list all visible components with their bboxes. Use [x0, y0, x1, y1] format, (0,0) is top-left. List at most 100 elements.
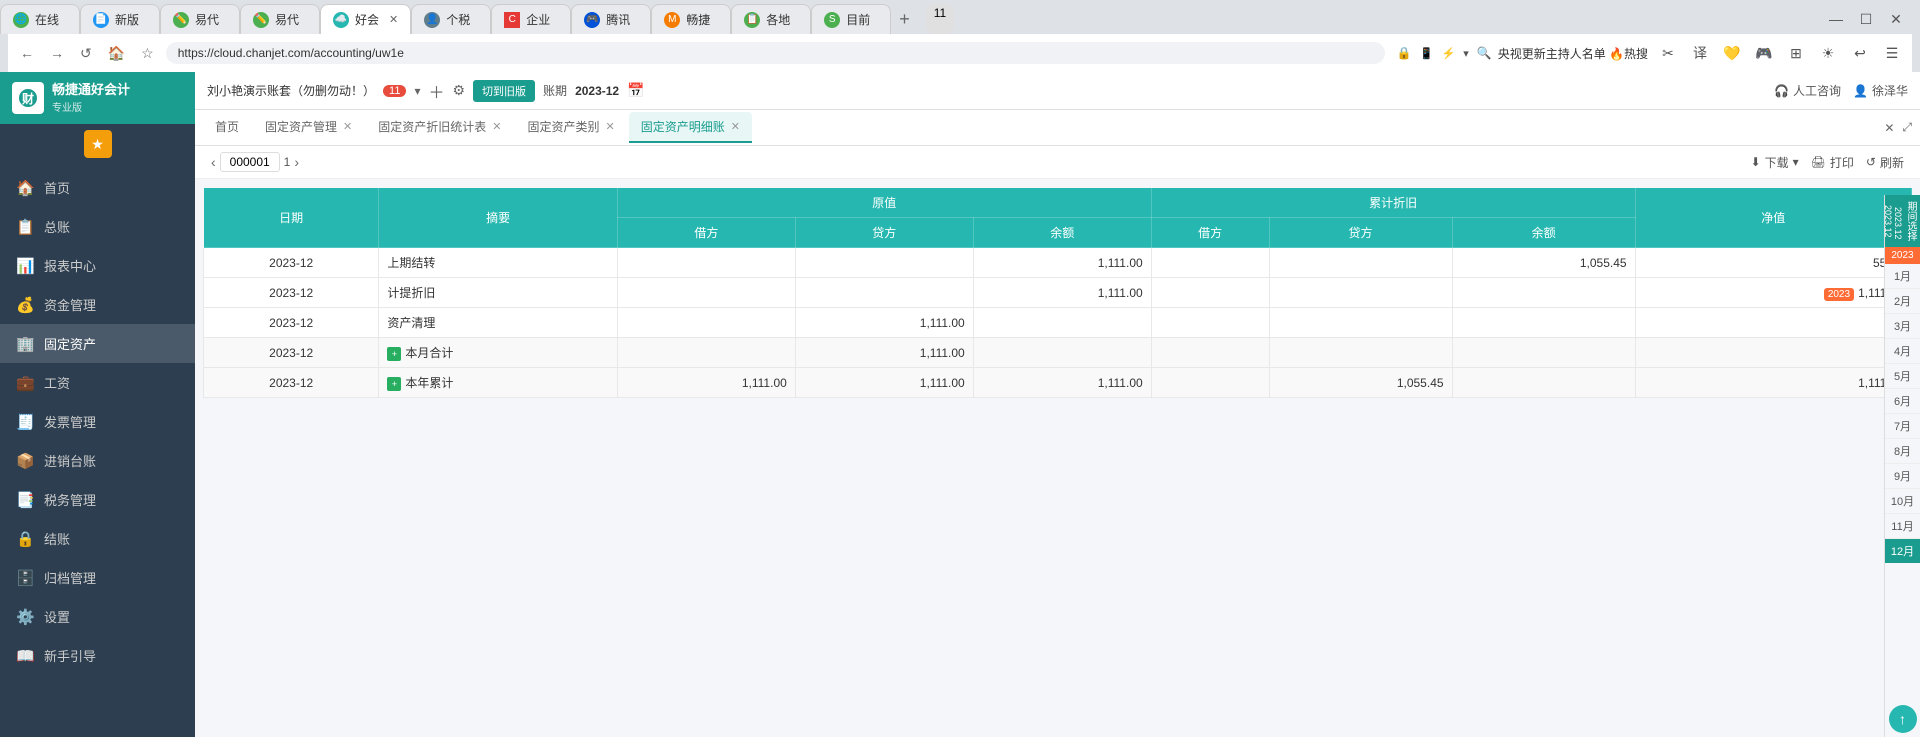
year-label-2023[interactable]: 2023 [1885, 247, 1920, 264]
browser-tab-gedi[interactable]: 📋 各地 [731, 4, 811, 34]
browser-tab-yidai1[interactable]: ✏️ 易代 [160, 4, 240, 34]
col-original-value: 原值 [617, 188, 1151, 218]
brightness-icon[interactable]: ☀ [1816, 41, 1840, 65]
close-tab-asset-category[interactable]: ✕ [606, 120, 615, 133]
grid-icon[interactable]: ⊞ [1784, 41, 1808, 65]
page-tab-asset-category[interactable]: 固定资产类别 ✕ [515, 112, 626, 143]
close-tab-haohui[interactable]: ✕ [389, 13, 398, 26]
month-item-2[interactable]: 2月 [1885, 289, 1920, 314]
cell-summary-5: +本年累计 [379, 368, 617, 398]
col-dep-debit: 借方 [1151, 218, 1269, 248]
address-input[interactable] [166, 42, 1385, 64]
refresh-button[interactable]: ↺ 刷新 [1866, 154, 1904, 171]
support-button[interactable]: 🎧 人工咨询 [1774, 82, 1841, 99]
browser-tab-tengxun[interactable]: 🎮 腾讯 [571, 4, 651, 34]
browser-tab-yidai2[interactable]: ✏️ 易代 [240, 4, 320, 34]
page-tab-home[interactable]: 首页 [203, 112, 251, 143]
add-account-button[interactable]: ＋ [428, 79, 444, 103]
star-quick-access[interactable]: ★ [84, 130, 112, 158]
forward-button[interactable]: → [46, 41, 68, 65]
wallet-icon[interactable]: 💛 [1720, 41, 1744, 65]
translate-icon[interactable]: 译 [1688, 41, 1712, 65]
close-tab-asset-detail[interactable]: ✕ [731, 120, 740, 133]
month-item-5[interactable]: 5月 [1885, 364, 1920, 389]
cell-orig-credit-4: 1,111.00 [795, 338, 973, 368]
switch-version-button[interactable]: 切到旧版 [473, 80, 535, 102]
period-selector-header[interactable]: 期间选择 2023.12 2023.12 [1885, 195, 1920, 247]
close-window-button[interactable]: ✕ [1884, 7, 1908, 31]
month-item-10[interactable]: 10月 [1885, 489, 1920, 514]
sidebar-item-tax[interactable]: 📑 税务管理 [0, 480, 195, 519]
game-icon[interactable]: 🎮 [1752, 41, 1776, 65]
sidebar-item-payroll[interactable]: 💼 工资 [0, 363, 195, 402]
sidebar-item-invoice[interactable]: 🧾 发票管理 [0, 402, 195, 441]
menu-icon[interactable]: ☰ [1880, 41, 1904, 65]
sidebar-item-home[interactable]: 🏠 首页 [0, 168, 195, 207]
month-item-7[interactable]: 7月 [1885, 414, 1920, 439]
page-tabs: 首页 固定资产管理 ✕ 固定资产折旧统计表 ✕ 固定资产类别 ✕ 固定资产明细账… [195, 110, 1920, 146]
sidebar-item-funds[interactable]: 💰 资金管理 [0, 285, 195, 324]
bookmark-button[interactable]: ☆ [137, 41, 158, 66]
month-item-12[interactable]: 12月 [1885, 539, 1920, 563]
month-list: 2023 1月 2月 3月 4月 5月 6月 7月 8月 9月 10月 11月 … [1885, 247, 1920, 701]
minimize-button[interactable]: — [1824, 7, 1848, 31]
month-item-1[interactable]: 1月 [1885, 264, 1920, 289]
sidebar-item-settings[interactable]: ⚙️ 设置 [0, 597, 195, 636]
browser-tab-qiye[interactable]: C 企业 [491, 4, 571, 34]
print-button[interactable]: 🖨 打印 [1811, 154, 1854, 171]
cut-icon[interactable]: ✂ [1656, 41, 1680, 65]
table-row: 2023-12 资产清理 1,111.00 [204, 308, 1912, 338]
download-button[interactable]: ⬇ 下载 ▾ [1751, 154, 1799, 171]
month-item-3[interactable]: 3月 [1885, 314, 1920, 339]
browser-tab-haohui[interactable]: ☁️ 好会 ✕ [320, 4, 411, 34]
next-page-button[interactable]: › [294, 154, 299, 170]
reload-button[interactable]: ↺ [76, 41, 96, 66]
close-all-tabs-button[interactable]: ✕ [1884, 121, 1894, 135]
page-tab-depreciation-table[interactable]: 固定资产折旧统计表 ✕ [366, 112, 513, 143]
prev-page-button[interactable]: ‹ [211, 154, 216, 170]
close-tab-depreciation-table[interactable]: ✕ [492, 120, 501, 133]
browser-tab-changjie[interactable]: M 畅捷 [651, 4, 731, 34]
dropdown-arrow[interactable]: ▾ [414, 84, 420, 98]
cell-orig-balance-3 [973, 308, 1151, 338]
scroll-to-top-button[interactable]: ↑ [1889, 705, 1917, 733]
close-tab-fixed-assets-mgmt[interactable]: ✕ [343, 120, 352, 133]
cell-dep-debit-4 [1151, 338, 1269, 368]
browser-tab-muqian[interactable]: S 目前 [811, 4, 891, 34]
fixed-assets-icon: 🏢 [16, 335, 34, 353]
sidebar-item-fixed-assets[interactable]: 🏢 固定资产 [0, 324, 195, 363]
sidebar-item-close[interactable]: 🔒 结账 [0, 519, 195, 558]
page-tab-fixed-assets-mgmt[interactable]: 固定资产管理 ✕ [253, 112, 364, 143]
calendar-icon[interactable]: 📅 [627, 82, 644, 99]
table-row-subtotal-year: 2023-12 +本年累计 1,111.00 1,111.00 1,111.00… [204, 368, 1912, 398]
browser-tab-online[interactable]: 🌐 在线 [0, 4, 80, 34]
page-code-input[interactable] [220, 152, 280, 172]
maximize-button[interactable]: ☐ [1854, 7, 1878, 31]
sidebar-item-ledger[interactable]: 📋 总账 [0, 207, 195, 246]
tab-count-badge[interactable]: 11 [926, 4, 954, 34]
back-button[interactable]: ← [16, 41, 38, 65]
page-tab-asset-detail[interactable]: 固定资产明细账 ✕ [629, 112, 752, 143]
month-item-9[interactable]: 9月 [1885, 464, 1920, 489]
maximize-tab-button[interactable]: ⤢ [1902, 120, 1912, 135]
dropdown-icon[interactable]: ▾ [1463, 47, 1469, 60]
sidebar-item-inventory[interactable]: 📦 进销台账 [0, 441, 195, 480]
cell-orig-balance-2: 1,111.00 [973, 278, 1151, 308]
month-item-8[interactable]: 8月 [1885, 439, 1920, 464]
table-container: 日期 摘要 原值 累计折旧 净值 借方 贷方 余额 借方 贷方 余额 [195, 179, 1920, 737]
settings-gear-button[interactable]: ⚙ [452, 82, 465, 99]
close-period-icon: 🔒 [16, 530, 34, 548]
month-item-4[interactable]: 4月 [1885, 339, 1920, 364]
browser-tab-geshui[interactable]: 👤 个税 [411, 4, 491, 34]
home-button[interactable]: 🏠 [104, 41, 129, 66]
history-icon[interactable]: ↩ [1848, 41, 1872, 65]
month-item-6[interactable]: 6月 [1885, 389, 1920, 414]
user-avatar[interactable]: 👤 徐泽华 [1853, 82, 1908, 99]
sidebar-item-archive[interactable]: 🗄️ 归档管理 [0, 558, 195, 597]
sidebar-item-reports[interactable]: 📊 报表中心 [0, 246, 195, 285]
month-item-11[interactable]: 11月 [1885, 514, 1920, 539]
sidebar-item-guide[interactable]: 📖 新手引导 [0, 636, 195, 675]
add-tab-button[interactable]: + [891, 4, 918, 34]
cell-net-value-4 [1635, 338, 1911, 368]
browser-tab-new[interactable]: 📄 新版 [80, 4, 160, 34]
